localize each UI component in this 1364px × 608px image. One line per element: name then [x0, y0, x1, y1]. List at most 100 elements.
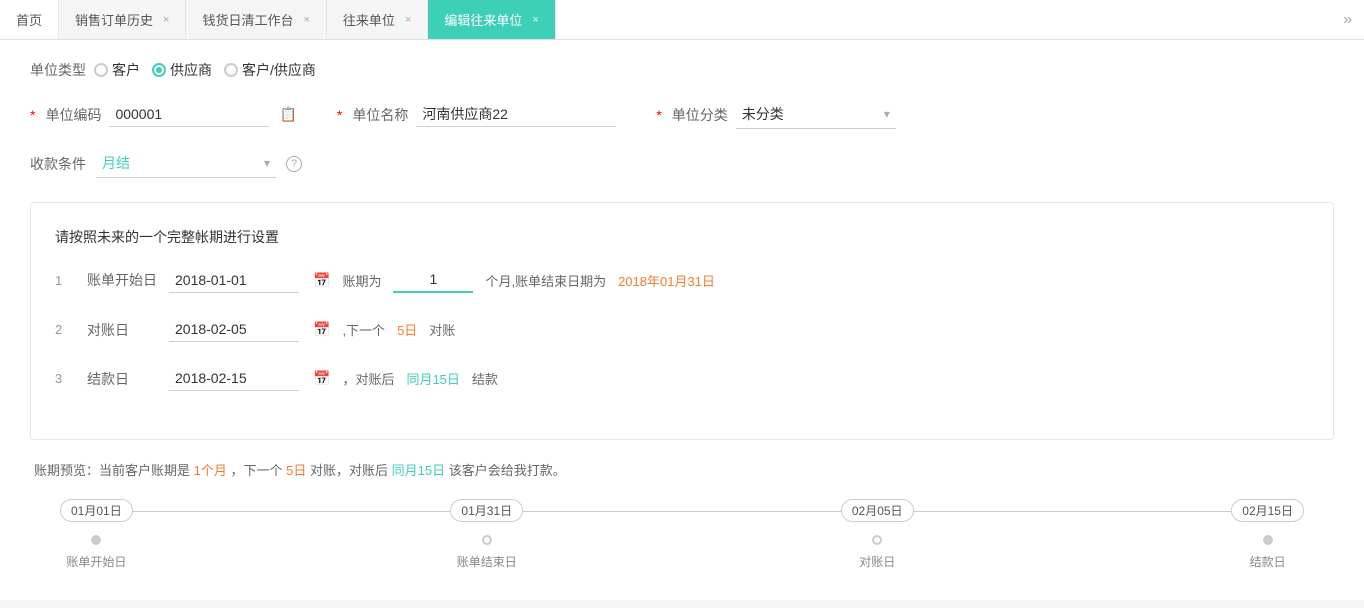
- unit-category-required: *: [656, 107, 661, 123]
- payment-condition-value: 月结: [102, 153, 260, 173]
- unit-type-group: 单位类型 客户 供应商 客户/供应商: [30, 60, 316, 80]
- tab-cash-desk-label: 钱货日清工作台: [202, 10, 293, 29]
- tab-sales-history[interactable]: 销售订单历史 ×: [59, 0, 186, 39]
- tab-edit-counterparty[interactable]: 编辑往来单位 ×: [428, 0, 555, 39]
- chevron-down-icon: ▾: [884, 107, 890, 121]
- tab-bar: 首页 销售订单历史 × 钱货日清工作台 × 往来单位 × 编辑往来单位 × »: [0, 0, 1364, 40]
- reconcile-day-highlight: 5日: [397, 320, 417, 339]
- reconcile-suffix: 对账: [429, 320, 455, 339]
- unit-category-select[interactable]: 未分类 ▾: [736, 100, 896, 129]
- reconcile-date-calendar-icon[interactable]: 📅: [313, 321, 330, 338]
- radio-supplier-label: 供应商: [170, 60, 212, 80]
- timeline-node-1: 01月31日 账单结束日: [450, 499, 523, 570]
- radio-customer-label: 客户: [112, 60, 140, 80]
- payment-chevron-icon: ▾: [264, 156, 270, 170]
- settings-row-2: 2 对账日 📅 ,下一个 5日 对账: [55, 317, 1309, 342]
- timeline-label-2: 对账日: [859, 553, 895, 570]
- preview-part3: 同月15日: [392, 463, 445, 478]
- period-suffix: 个月,账单结束日期为: [485, 271, 606, 290]
- unit-type-label: 单位类型: [30, 60, 86, 80]
- timeline-node-0: 01月01日 账单开始日: [60, 499, 133, 570]
- timeline-dot-1: [482, 535, 492, 545]
- unit-code-label: 单位编码: [45, 105, 101, 125]
- step-3-num: 3: [55, 371, 75, 386]
- unit-name-group: * 单位名称: [337, 102, 616, 127]
- unit-name-label: 单位名称: [352, 105, 408, 125]
- preview-part1: 1个月: [194, 463, 227, 478]
- tab-edit-counterparty-close[interactable]: ×: [532, 14, 538, 26]
- payment-condition-select[interactable]: 月结 ▾: [96, 149, 276, 178]
- tab-sales-history-label: 销售订单历史: [75, 10, 153, 29]
- start-date-calendar-icon[interactable]: 📅: [313, 272, 330, 289]
- settings-title: 请按照未来的一个完整帐期进行设置: [55, 227, 1309, 247]
- radio-supplier-circle: [152, 63, 166, 77]
- radio-supplier[interactable]: 供应商: [152, 60, 212, 80]
- end-date-highlight: 2018年01月31日: [618, 271, 715, 290]
- preview-suffix: 该客户会给我打款。: [449, 463, 566, 478]
- preview-part2: 5日: [286, 463, 306, 478]
- radio-customer[interactable]: 客户: [94, 60, 140, 80]
- payment-date-calendar-icon[interactable]: 📅: [313, 370, 330, 387]
- main-content: 单位类型 客户 供应商 客户/供应商 * 单位编码: [0, 40, 1364, 600]
- tab-home-label: 首页: [16, 10, 42, 29]
- payment-prefix: ，对账后: [342, 369, 394, 388]
- period-input[interactable]: [393, 267, 473, 293]
- timeline-node-2: 02月05日 对账日: [841, 499, 914, 570]
- step-2-num: 2: [55, 322, 75, 337]
- preview-mid2: 对账，对账后: [310, 463, 388, 478]
- timeline-dot-2: [872, 535, 882, 545]
- unit-type-radio-group: 客户 供应商 客户/供应商: [94, 60, 316, 80]
- payment-condition-row: 收款条件 月结 ▾ ?: [30, 149, 1334, 178]
- timeline-label-3: 结款日: [1250, 553, 1286, 570]
- unit-code-group: * 单位编码 📋: [30, 102, 297, 127]
- period-prefix: 账期为: [342, 271, 381, 290]
- tab-cash-desk-close[interactable]: ×: [303, 14, 309, 26]
- tab-expand-button[interactable]: »: [1331, 0, 1364, 39]
- unit-type-row: 单位类型 客户 供应商 客户/供应商: [30, 60, 1334, 80]
- unit-code-required: *: [30, 107, 35, 123]
- timeline-badge-0: 01月01日: [60, 499, 133, 522]
- preview-text: 账期预览：当前客户账期是 1个月 ，下一个 5日 对账，对账后 同月15日 该客…: [30, 460, 1334, 479]
- timeline-badge-1: 01月31日: [450, 499, 523, 522]
- tab-home[interactable]: 首页: [0, 0, 59, 39]
- help-icon[interactable]: ?: [286, 156, 302, 172]
- tab-sales-history-close[interactable]: ×: [163, 14, 169, 26]
- timeline-badge-3: 02月15日: [1231, 499, 1304, 522]
- step-2-label: 对账日: [87, 320, 157, 340]
- unit-category-value: 未分类: [742, 104, 880, 124]
- step-3-label: 结款日: [87, 369, 157, 389]
- start-date-input[interactable]: [169, 268, 299, 293]
- tab-cash-desk[interactable]: 钱货日清工作台 ×: [186, 0, 326, 39]
- preview-mid1: ，下一个: [231, 463, 283, 478]
- tab-counterparty-label: 往来单位: [343, 10, 395, 29]
- tab-counterparty-close[interactable]: ×: [405, 14, 411, 26]
- unit-category-group: * 单位分类 未分类 ▾: [656, 100, 895, 129]
- payment-condition-label: 收款条件: [30, 154, 86, 174]
- payment-day-highlight: 同月15日: [406, 369, 459, 388]
- timeline-dot-0: [91, 535, 101, 545]
- copy-icon[interactable]: 📋: [279, 106, 296, 123]
- radio-both[interactable]: 客户/供应商: [224, 60, 316, 80]
- step-1-label: 账单开始日: [87, 270, 157, 290]
- timeline-nodes: 01月01日 账单开始日 01月31日 账单结束日 02月05日 对账日 02月…: [60, 499, 1304, 570]
- settings-row-3: 3 结款日 📅 ，对账后 同月15日 结款: [55, 366, 1309, 391]
- reconcile-date-input[interactable]: [169, 317, 299, 342]
- radio-both-circle: [224, 63, 238, 77]
- timeline-badge-2: 02月05日: [841, 499, 914, 522]
- timeline-label-0: 账单开始日: [66, 553, 126, 570]
- reconcile-prefix: ,下一个: [342, 320, 385, 339]
- timeline-label-1: 账单结束日: [457, 553, 517, 570]
- tab-counterparty[interactable]: 往来单位 ×: [327, 0, 428, 39]
- radio-customer-circle: [94, 63, 108, 77]
- step-1-num: 1: [55, 273, 75, 288]
- radio-both-label: 客户/供应商: [242, 60, 316, 80]
- timeline-dot-3: [1263, 535, 1273, 545]
- payment-date-input[interactable]: [169, 366, 299, 391]
- payment-suffix: 结款: [472, 369, 498, 388]
- tab-edit-counterparty-label: 编辑往来单位: [444, 10, 522, 29]
- unit-code-input[interactable]: [109, 102, 269, 127]
- unit-info-row: * 单位编码 📋 * 单位名称 * 单位分类 未分类 ▾: [30, 100, 1334, 129]
- unit-name-input[interactable]: [416, 102, 616, 127]
- timeline-node-3: 02月15日 结款日: [1231, 499, 1304, 570]
- settings-box: 请按照未来的一个完整帐期进行设置 1 账单开始日 📅 账期为 个月,账单结束日期…: [30, 202, 1334, 440]
